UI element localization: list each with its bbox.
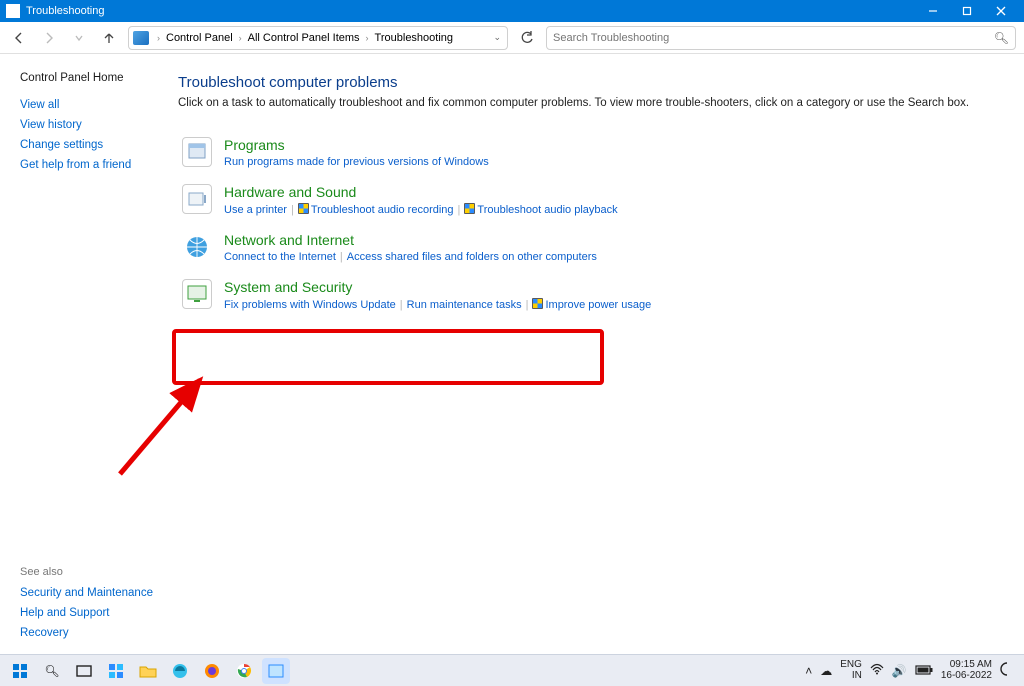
system-tray: ˄ ☁ ENGIN 🔊 09:15 AM16-06-2022 xyxy=(805,660,1018,681)
category-programs: Programs Run programs made for previous … xyxy=(178,131,1000,178)
chevron-right-icon: › xyxy=(153,33,164,43)
category-network-internet: Network and Internet Connect to the Inte… xyxy=(178,226,1000,273)
system-icon xyxy=(182,279,212,309)
sidebar-link-view-all[interactable]: View all xyxy=(20,96,156,114)
control-panel-icon xyxy=(133,31,149,45)
category-title[interactable]: System and Security xyxy=(224,279,996,295)
tray-chevron-icon[interactable]: ˄ xyxy=(805,664,812,678)
breadcrumb-item[interactable]: All Control Panel Items xyxy=(248,32,360,44)
category-title[interactable]: Network and Internet xyxy=(224,232,996,248)
recent-locations-button[interactable] xyxy=(68,27,90,49)
category-title[interactable]: Hardware and Sound xyxy=(224,184,996,200)
category-hardware-sound: Hardware and Sound Use a printer | Troub… xyxy=(178,178,1000,226)
control-panel-taskbar-button[interactable] xyxy=(262,658,290,684)
taskbar-search-button[interactable]: 🔍︎ xyxy=(38,658,66,684)
control-panel-home-link[interactable]: Control Panel Home xyxy=(20,72,156,84)
see-also-security[interactable]: Security and Maintenance xyxy=(20,584,156,602)
language-indicator[interactable]: ENGIN xyxy=(840,660,862,681)
up-button[interactable] xyxy=(98,27,120,49)
task-view-button[interactable] xyxy=(70,658,98,684)
file-explorer-button[interactable] xyxy=(134,658,162,684)
shield-icon xyxy=(464,203,475,214)
taskbar: 🔍︎ ˄ ☁ ENGIN 🔊 09:15 AM16-06-2022 xyxy=(0,654,1024,686)
battery-icon[interactable] xyxy=(915,664,933,678)
main-panel: Troubleshoot computer problems Click on … xyxy=(168,54,1024,654)
wifi-icon[interactable] xyxy=(870,663,884,678)
page-subtitle: Click on a task to automatically trouble… xyxy=(178,97,1000,109)
category-system-security: System and Security Fix problems with Wi… xyxy=(178,273,1000,321)
programs-icon xyxy=(182,137,212,167)
search-icon[interactable]: 🔍︎ xyxy=(994,31,1009,45)
chrome-button[interactable] xyxy=(230,658,258,684)
window-titlebar: Troubleshooting xyxy=(0,0,1024,22)
category-title[interactable]: Programs xyxy=(224,137,996,153)
chevron-right-icon: › xyxy=(362,33,373,43)
see-also-header: See also xyxy=(20,566,156,582)
widgets-button[interactable] xyxy=(102,658,130,684)
chevron-right-icon: › xyxy=(235,33,246,43)
task-link[interactable]: Improve power usage xyxy=(545,299,651,311)
notifications-icon[interactable] xyxy=(1000,662,1014,679)
close-button[interactable] xyxy=(984,0,1018,22)
shield-icon xyxy=(532,298,543,309)
volume-icon[interactable]: 🔊 xyxy=(892,664,907,678)
search-input[interactable] xyxy=(553,32,994,44)
navbar: › Control Panel › All Control Panel Item… xyxy=(0,22,1024,54)
start-button[interactable] xyxy=(6,658,34,684)
sidebar-link-view-history[interactable]: View history xyxy=(20,116,156,134)
see-also-help[interactable]: Help and Support xyxy=(20,604,156,622)
chevron-down-icon[interactable]: ⌄ xyxy=(493,32,501,43)
maximize-button[interactable] xyxy=(950,0,984,22)
firefox-button[interactable] xyxy=(198,658,226,684)
task-link[interactable]: Use a printer xyxy=(224,204,287,216)
task-link[interactable]: Troubleshoot audio recording xyxy=(311,204,454,216)
minimize-button[interactable] xyxy=(916,0,950,22)
see-also-recovery[interactable]: Recovery xyxy=(20,624,156,642)
search-box[interactable]: 🔍︎ xyxy=(546,26,1016,50)
breadcrumb-item[interactable]: Troubleshooting xyxy=(375,32,453,44)
page-title: Troubleshoot computer problems xyxy=(178,74,1000,91)
clock[interactable]: 09:15 AM16-06-2022 xyxy=(941,660,992,681)
shield-icon xyxy=(298,203,309,214)
sidebar-link-change-settings[interactable]: Change settings xyxy=(20,136,156,154)
address-bar[interactable]: › Control Panel › All Control Panel Item… xyxy=(128,26,508,50)
window-title: Troubleshooting xyxy=(26,5,104,17)
task-link[interactable]: Connect to the Internet xyxy=(224,251,336,263)
sidebar: Control Panel Home View all View history… xyxy=(0,54,168,654)
app-icon xyxy=(6,4,20,18)
breadcrumb-item[interactable]: Control Panel xyxy=(166,32,233,44)
network-icon xyxy=(182,232,212,262)
task-link[interactable]: Access shared files and folders on other… xyxy=(347,251,597,263)
hardware-icon xyxy=(182,184,212,214)
refresh-button[interactable] xyxy=(516,27,538,49)
edge-button[interactable] xyxy=(166,658,194,684)
task-link[interactable]: Run maintenance tasks xyxy=(407,299,522,311)
task-link[interactable]: Troubleshoot audio playback xyxy=(477,204,617,216)
onedrive-icon[interactable]: ☁ xyxy=(820,664,832,678)
back-button[interactable] xyxy=(8,27,30,49)
task-link[interactable]: Fix problems with Windows Update xyxy=(224,299,396,311)
forward-button[interactable] xyxy=(38,27,60,49)
task-link[interactable]: Run programs made for previous versions … xyxy=(224,156,489,168)
sidebar-link-get-help[interactable]: Get help from a friend xyxy=(20,156,156,174)
